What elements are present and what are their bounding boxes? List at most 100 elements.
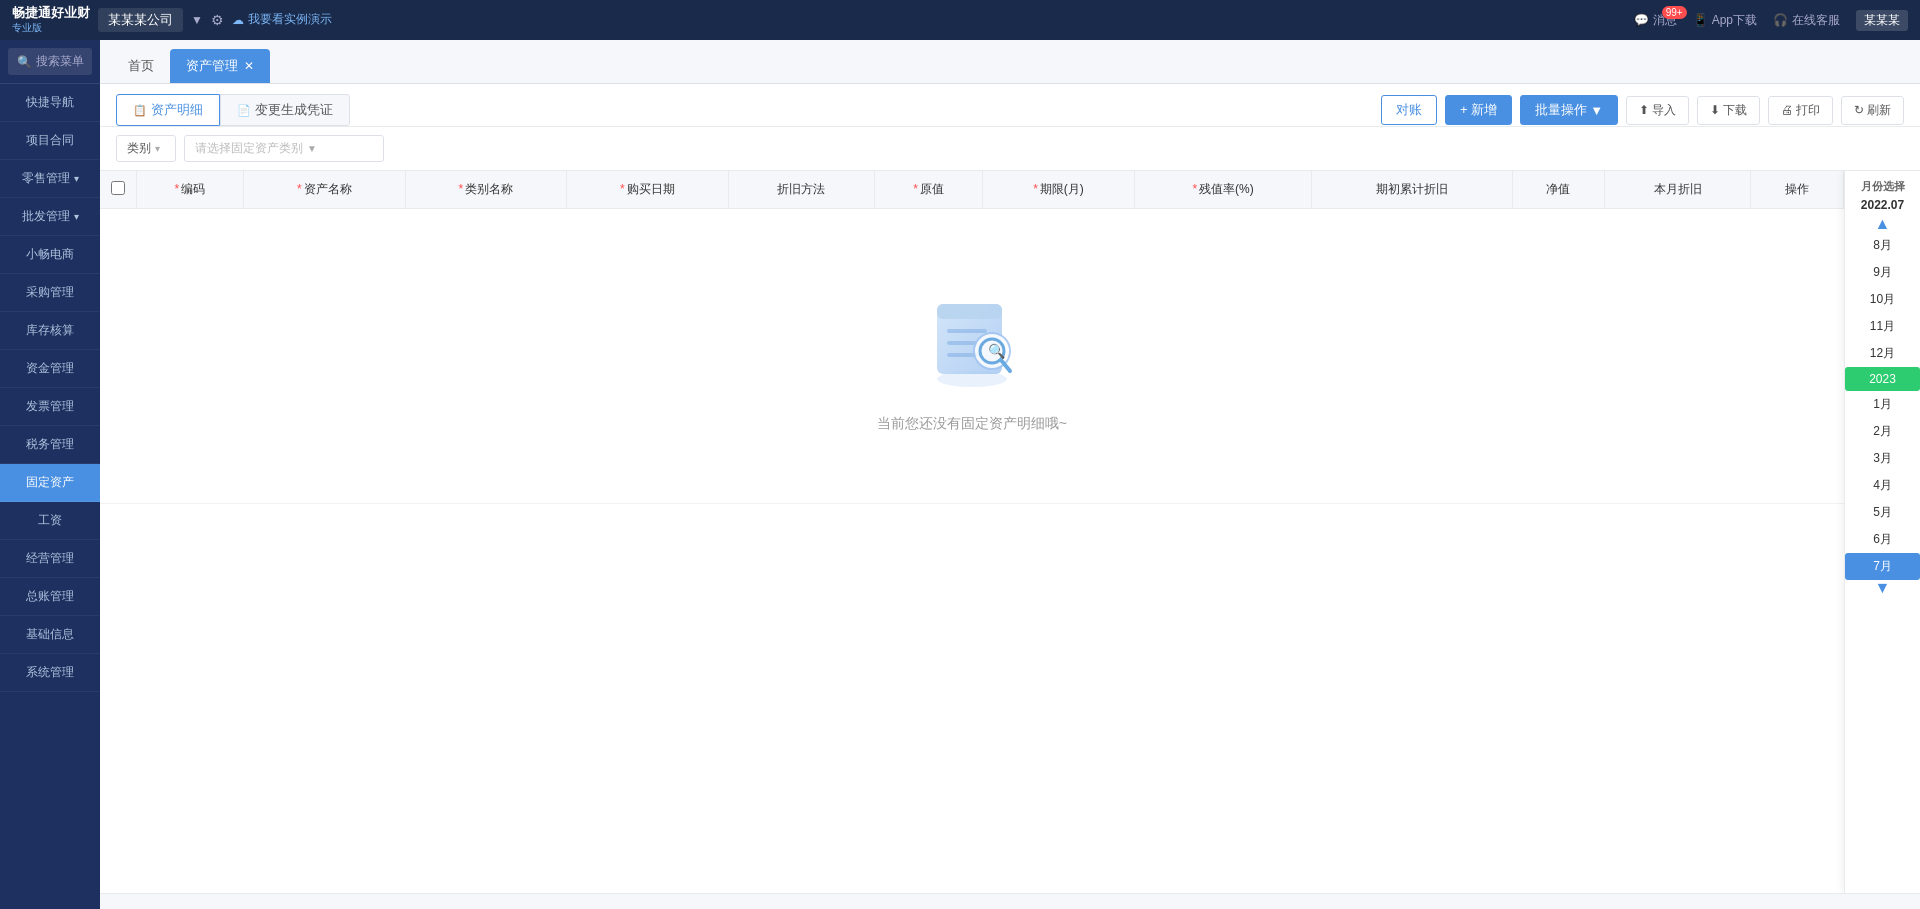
new-button[interactable]: + 新增 bbox=[1445, 95, 1512, 125]
month-item-9[interactable]: 9月 bbox=[1845, 259, 1920, 286]
tab-assets[interactable]: 资产管理 ✕ bbox=[170, 49, 270, 83]
month-item-12[interactable]: 12月 bbox=[1845, 340, 1920, 367]
sub-tab-detail[interactable]: 📋 资产明细 bbox=[116, 94, 220, 126]
month-item-2[interactable]: 2月 bbox=[1845, 418, 1920, 445]
sidebar-item-label: 采购管理 bbox=[26, 284, 74, 301]
demo-link[interactable]: ☁ 我要看实例演示 bbox=[232, 11, 332, 28]
sidebar-item-tax[interactable]: 税务管理 bbox=[0, 426, 100, 464]
sidebar-item-purchase[interactable]: 采购管理 bbox=[0, 274, 100, 312]
select-all-checkbox[interactable] bbox=[111, 181, 125, 195]
print-button[interactable]: 🖨 打印 bbox=[1768, 96, 1833, 125]
online-service-button[interactable]: 🎧 在线客服 bbox=[1773, 12, 1840, 29]
sidebar-item-quick-nav[interactable]: 快捷导航 bbox=[0, 84, 100, 122]
th-monthly-depreciation: 本月折旧 bbox=[1604, 171, 1751, 209]
month-item-11[interactable]: 11月 bbox=[1845, 313, 1920, 340]
table-header-row: *编码 *资产名称 *类别名称 *购买日期 折旧方法 *原值 *期限(月) *残… bbox=[100, 171, 1844, 209]
svg-rect-3 bbox=[947, 329, 987, 333]
month-item-6[interactable]: 6月 bbox=[1845, 526, 1920, 553]
batch-button[interactable]: 批量操作 ▼ bbox=[1520, 95, 1618, 125]
bottom-scroll-bar bbox=[100, 893, 1920, 909]
top-bar-right: 💬 消息 99+ 📱 App下载 🎧 在线客服 某某某 bbox=[1634, 10, 1908, 31]
sub-tab-left: 📋 资产明细 📄 变更生成凭证 bbox=[116, 94, 350, 126]
sub-tab-right: 对账 + 新增 批量操作 ▼ ⬆ 导入 ⬇ 下载 bbox=[1381, 95, 1904, 125]
top-bar-left: 畅捷通好业财 专业版 某某某公司 ▼ ⚙ ☁ 我要看实例演示 bbox=[12, 5, 332, 36]
settings-icon[interactable]: ⚙ bbox=[211, 12, 224, 28]
user-menu[interactable]: 某某某 bbox=[1856, 10, 1908, 31]
sidebar-item-label: 税务管理 bbox=[26, 436, 74, 453]
category-input[interactable]: 请选择固定资产类别 ▼ bbox=[184, 135, 384, 162]
month-panel-up-icon[interactable]: ▲ bbox=[1875, 216, 1891, 232]
tab-home-label: 首页 bbox=[128, 58, 154, 73]
sub-tab-bar: 📋 资产明细 📄 变更生成凭证 对账 + 新增 批量操作 ▼ bbox=[100, 84, 1920, 127]
filter-category-label: 类别 bbox=[127, 140, 151, 157]
sidebar-item-wholesale[interactable]: 批发管理 ▾ bbox=[0, 198, 100, 236]
app-edition: 专业版 bbox=[12, 21, 42, 35]
tab-close-icon[interactable]: ✕ bbox=[244, 59, 254, 73]
chevron-down-icon: ▾ bbox=[74, 173, 79, 184]
empty-state-cell: 🔍 当前您还没有固定资产明细哦~ bbox=[100, 209, 1844, 504]
download-label: 下载 bbox=[1723, 102, 1747, 119]
app-download-button[interactable]: 📱 App下载 bbox=[1693, 12, 1757, 29]
company-name[interactable]: 某某某公司 bbox=[98, 8, 183, 32]
month-item-8[interactable]: 8月 bbox=[1845, 232, 1920, 259]
sidebar-item-ledger[interactable]: 总账管理 bbox=[0, 578, 100, 616]
sidebar-item-salary[interactable]: 工资 bbox=[0, 502, 100, 540]
th-accumulated: 期初累计折旧 bbox=[1311, 171, 1512, 209]
sub-tab-voucher[interactable]: 📄 变更生成凭证 bbox=[220, 94, 350, 126]
sidebar-item-invoice[interactable]: 发票管理 bbox=[0, 388, 100, 426]
month-item-5[interactable]: 5月 bbox=[1845, 499, 1920, 526]
sidebar-item-ecommerce[interactable]: 小畅电商 bbox=[0, 236, 100, 274]
sidebar-item-project[interactable]: 项目合同 bbox=[0, 122, 100, 160]
th-buy-date: *购买日期 bbox=[567, 171, 729, 209]
category-filter[interactable]: 类别 ▾ bbox=[116, 135, 176, 162]
sidebar-item-finance[interactable]: 资金管理 bbox=[0, 350, 100, 388]
empty-icon: 🔍 bbox=[912, 279, 1032, 399]
month-item-3[interactable]: 3月 bbox=[1845, 445, 1920, 472]
empty-state: 🔍 当前您还没有固定资产明细哦~ bbox=[108, 219, 1836, 493]
month-item-4[interactable]: 4月 bbox=[1845, 472, 1920, 499]
sidebar-item-base[interactable]: 基础信息 bbox=[0, 616, 100, 654]
import-label: 导入 bbox=[1652, 102, 1676, 119]
sidebar-item-retail[interactable]: 零售管理 ▾ bbox=[0, 160, 100, 198]
th-code: *编码 bbox=[136, 171, 243, 209]
batch-arrow-icon: ▼ bbox=[1590, 103, 1603, 118]
month-panel-down-icon[interactable]: ▼ bbox=[1875, 580, 1891, 596]
sidebar-item-ops[interactable]: 经营管理 bbox=[0, 540, 100, 578]
sidebar-item-label: 零售管理 bbox=[22, 170, 70, 187]
search-menu-button[interactable]: 🔍 搜索菜单 bbox=[8, 48, 92, 75]
batch-label: 批量操作 bbox=[1535, 101, 1587, 119]
sidebar-item-inventory[interactable]: 库存核算 bbox=[0, 312, 100, 350]
quick-nav-label: 快捷导航 bbox=[26, 94, 74, 111]
month-item-7[interactable]: 7月 bbox=[1845, 553, 1920, 580]
print-icon: 🖨 bbox=[1781, 103, 1793, 117]
month-item-1[interactable]: 1月 bbox=[1845, 391, 1920, 418]
refresh-button[interactable]: ↻ 刷新 bbox=[1841, 96, 1904, 125]
sidebar-item-assets[interactable]: 固定资产 bbox=[0, 464, 100, 502]
empty-state-row: 🔍 当前您还没有固定资产明细哦~ bbox=[100, 209, 1844, 504]
sidebar-item-label: 工资 bbox=[38, 512, 62, 529]
filter-placeholder: 请选择固定资产类别 bbox=[195, 140, 303, 157]
chat-icon: 💬 bbox=[1634, 13, 1649, 27]
month-panel-year: 2022.07 bbox=[1861, 198, 1904, 212]
month-item-10[interactable]: 10月 bbox=[1845, 286, 1920, 313]
tab-home[interactable]: 首页 bbox=[112, 49, 170, 83]
sidebar-item-label: 总账管理 bbox=[26, 588, 74, 605]
th-residual-rate: *残值率(%) bbox=[1135, 171, 1312, 209]
import-button[interactable]: ⬆ 导入 bbox=[1626, 96, 1689, 125]
duizhang-button[interactable]: 对账 bbox=[1381, 95, 1437, 125]
sidebar-item-label: 资金管理 bbox=[26, 360, 74, 377]
sidebar-item-system[interactable]: 系统管理 bbox=[0, 654, 100, 692]
table-wrap: *编码 *资产名称 *类别名称 *购买日期 折旧方法 *原值 *期限(月) *残… bbox=[100, 171, 1920, 893]
company-dropdown-icon[interactable]: ▼ bbox=[191, 13, 203, 27]
sidebar-item-label: 固定资产 bbox=[26, 474, 74, 491]
print-label: 打印 bbox=[1796, 102, 1820, 119]
asset-panel: 📋 资产明细 📄 变更生成凭证 对账 + 新增 批量操作 ▼ bbox=[100, 84, 1920, 909]
sidebar-item-label: 发票管理 bbox=[26, 398, 74, 415]
messages-button[interactable]: 💬 消息 99+ bbox=[1634, 12, 1677, 29]
month-panel-title: 月份选择 bbox=[1861, 179, 1905, 194]
filter-arrow-icon: ▾ bbox=[155, 143, 160, 154]
month-panel-year-2023: 2023 bbox=[1845, 367, 1920, 391]
th-period: *期限(月) bbox=[982, 171, 1135, 209]
download-button[interactable]: ⬇ 下载 bbox=[1697, 96, 1760, 125]
voucher-icon: 📄 bbox=[237, 104, 251, 117]
